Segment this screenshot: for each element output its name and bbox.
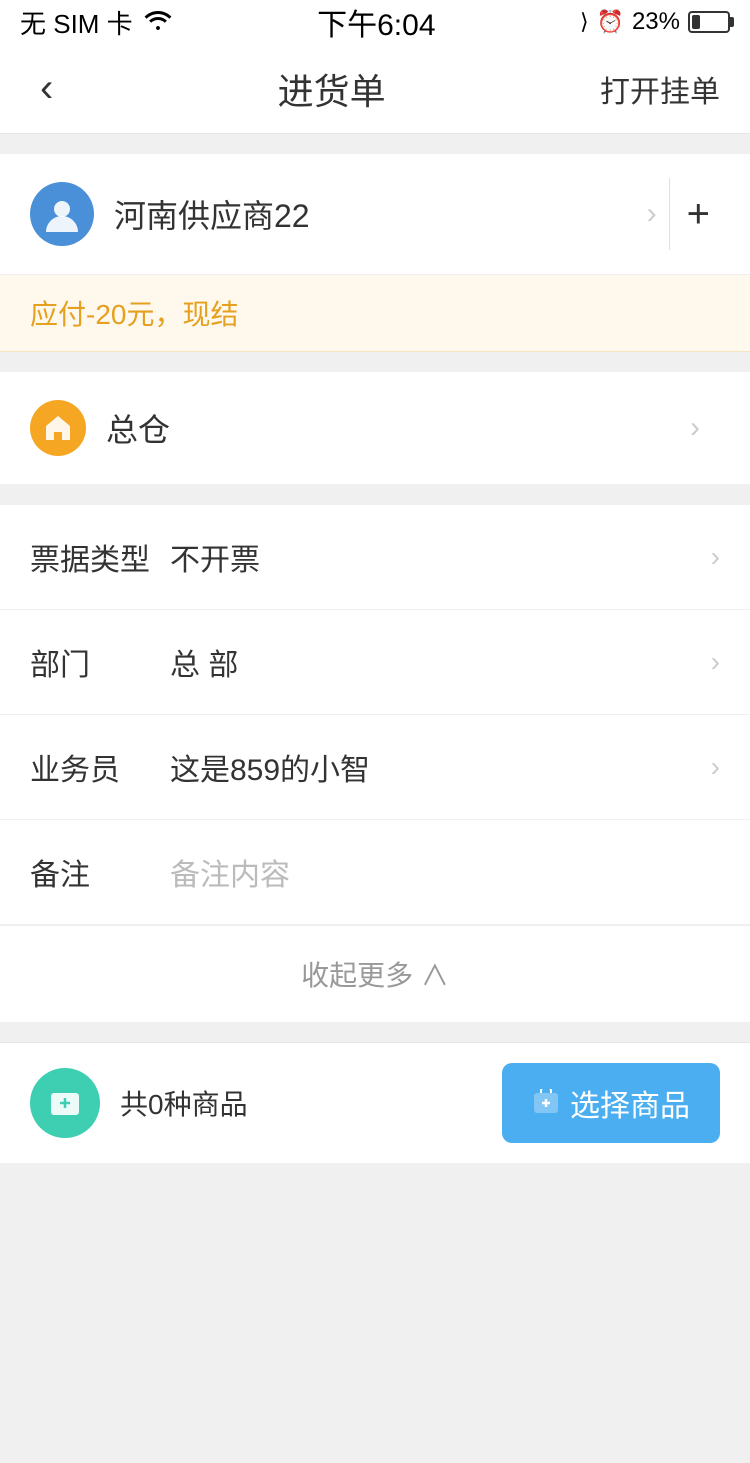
invoice-type-chevron-icon: › (711, 541, 720, 573)
department-row[interactable]: 部门 总 部 › (0, 610, 750, 715)
wifi-icon (143, 7, 173, 38)
section-gap-1 (0, 134, 750, 154)
select-product-label: 选择商品 (570, 1081, 690, 1125)
remark-value: 备注内容 (150, 850, 720, 894)
salesperson-row[interactable]: 业务员 这是859的小智 › (0, 715, 750, 820)
status-left: 无 SIM 卡 (20, 4, 173, 41)
warehouse-chevron-icon: › (690, 411, 700, 445)
supplier-chevron-icon: › (647, 197, 657, 231)
salesperson-chevron-icon: › (711, 751, 720, 783)
back-button[interactable]: ‹ (30, 56, 63, 121)
invoice-type-label: 票据类型 (30, 535, 150, 579)
product-count-label: 共0种商品 (120, 1083, 502, 1123)
page-title: 进货单 (278, 63, 386, 115)
department-label: 部门 (30, 640, 150, 684)
product-icon (30, 1068, 100, 1138)
supplier-avatar (30, 182, 94, 246)
warehouse-icon (30, 400, 86, 456)
alarm-icon: ⏰ (597, 9, 624, 35)
status-bar: 无 SIM 卡 下午6:04 ⟩ ⏰ 23% (0, 0, 750, 44)
select-product-button[interactable]: 选择商品 (502, 1063, 720, 1143)
info-banner: 应付-20元，现结 (0, 275, 750, 352)
supplier-row[interactable]: 河南供应商22 › + (0, 154, 750, 275)
form-section: 票据类型 不开票 › 部门 总 部 › 业务员 这是859的小智 › 备注 备注… (0, 505, 750, 1022)
battery-indicator (688, 11, 730, 33)
carrier-label: 无 SIM 卡 (20, 4, 133, 41)
collapse-button[interactable]: 收起更多 ∧ (0, 925, 750, 1022)
invoice-type-value: 不开票 (150, 535, 701, 579)
status-right: ⟩ ⏰ 23% (580, 8, 730, 36)
remark-label: 备注 (30, 850, 150, 894)
bottom-bar: 共0种商品 选择商品 (0, 1042, 750, 1163)
supplier-divider (669, 178, 670, 250)
supplier-name: 河南供应商22 (114, 191, 647, 237)
department-value: 总 部 (150, 640, 701, 684)
section-gap-2 (0, 352, 750, 372)
add-supplier-button[interactable]: + (677, 192, 720, 237)
invoice-type-row[interactable]: 票据类型 不开票 › (0, 505, 750, 610)
warehouse-row[interactable]: 总仓 › (0, 372, 750, 485)
nav-bar: ‹ 进货单 打开挂单 (0, 44, 750, 134)
warehouse-name: 总仓 (106, 405, 690, 451)
battery-percent: 23% (632, 8, 680, 36)
remark-row[interactable]: 备注 备注内容 (0, 820, 750, 925)
location-icon: ⟩ (580, 9, 589, 35)
salesperson-value: 这是859的小智 (150, 745, 701, 789)
supplier-section: 河南供应商22 › + 应付-20元，现结 (0, 154, 750, 352)
time-label: 下午6:04 (317, 0, 435, 44)
section-gap-3 (0, 485, 750, 505)
section-gap-4 (0, 1022, 750, 1042)
salesperson-label: 业务员 (30, 745, 150, 789)
department-chevron-icon: › (711, 646, 720, 678)
open-hang-button[interactable]: 打开挂单 (600, 67, 720, 111)
page-background (0, 1163, 750, 1463)
